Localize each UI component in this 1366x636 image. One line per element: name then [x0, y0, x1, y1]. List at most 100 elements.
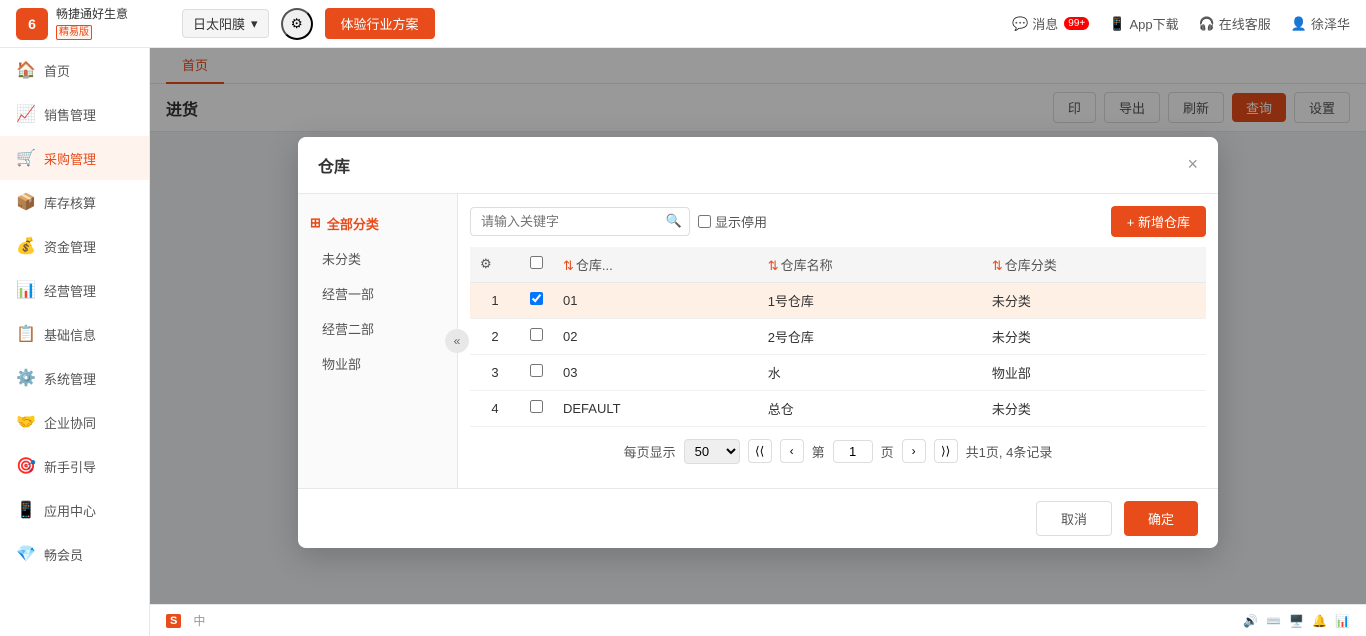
avatar: 👤 — [1291, 16, 1307, 32]
table-header-category: ⇅仓库分类 — [982, 247, 1206, 283]
logo-icon: 6 — [16, 8, 48, 40]
category-item-dept2[interactable]: 经营二部 — [298, 311, 457, 346]
modal-body: ⊞ 全部分类 未分类 经营一部 经营二部 物业部 « — [298, 194, 1218, 488]
row-name: 1号仓库 — [758, 282, 982, 318]
cancel-button[interactable]: 取消 — [1036, 501, 1112, 536]
page-label: 第 — [812, 442, 825, 461]
category-item-property[interactable]: 物业部 — [298, 346, 457, 381]
settings-gear-button[interactable]: ⚙ — [281, 8, 313, 40]
page-input[interactable] — [833, 440, 873, 463]
table-row[interactable]: 2 02 2号仓库 未分类 — [470, 318, 1206, 354]
row-num: 4 — [470, 390, 520, 426]
row-checkbox[interactable] — [530, 400, 543, 413]
row-code: 02 — [553, 318, 758, 354]
headset-icon: 🎧 — [1199, 16, 1215, 32]
per-page-select[interactable]: 50 20 100 — [684, 439, 740, 464]
row-name: 总仓 — [758, 390, 982, 426]
category-item-dept1[interactable]: 经营一部 — [298, 276, 457, 311]
sidebar-item-guide[interactable]: 🎯 新手引导 — [0, 444, 149, 488]
logo-area: 6 畅捷通好生意 精易版 — [16, 7, 166, 40]
volume-icon: 🔊 — [1243, 614, 1258, 628]
sidebar-item-sales[interactable]: 📈 销售管理 — [0, 92, 149, 136]
next-page-button[interactable]: › — [902, 439, 926, 463]
member-icon: 💎 — [16, 544, 36, 564]
messages-badge: 99+ — [1064, 17, 1089, 30]
all-category-item[interactable]: ⊞ 全部分类 — [298, 206, 457, 241]
sidebar: 🏠 首页 📈 销售管理 🛒 采购管理 📦 库存核算 💰 资金管理 📊 经营管理 … — [0, 48, 150, 636]
search-icon[interactable]: 🔍 — [666, 213, 682, 229]
table-row[interactable]: 3 03 水 物业部 — [470, 354, 1206, 390]
messages-button[interactable]: 💬 消息 99+ — [1012, 14, 1089, 33]
user-profile-button[interactable]: 👤 徐泽华 — [1291, 14, 1350, 33]
row-checkbox-cell — [520, 282, 553, 318]
row-checkbox-cell — [520, 354, 553, 390]
show-disabled-checkbox[interactable] — [698, 215, 711, 228]
sidebar-item-member[interactable]: 💎 畅会员 — [0, 532, 149, 576]
basicinfo-icon: 📋 — [16, 324, 36, 344]
sidebar-item-finance[interactable]: 💰 资金管理 — [0, 224, 149, 268]
modal-close-button[interactable]: × — [1187, 154, 1198, 175]
last-page-button[interactable]: ⟩⟩ — [934, 439, 958, 463]
row-num: 3 — [470, 354, 520, 390]
row-checkbox[interactable] — [530, 364, 543, 377]
row-checkbox[interactable] — [530, 292, 543, 305]
row-num: 1 — [470, 282, 520, 318]
sidebar-item-basicinfo[interactable]: 📋 基础信息 — [0, 312, 149, 356]
operation-icon: 📊 — [16, 280, 36, 300]
modal-overlay[interactable]: 仓库 × ⊞ 全部分类 未分类 经营一部 经营二部 物业部 — [150, 48, 1366, 636]
select-all-checkbox[interactable] — [530, 256, 543, 269]
online-service-button[interactable]: 🎧 在线客服 — [1199, 14, 1271, 33]
trial-button[interactable]: 体验行业方案 — [325, 8, 435, 39]
search-wrap: 🔍 — [470, 207, 690, 236]
confirm-button[interactable]: 确定 — [1124, 501, 1198, 536]
apps-icon: 📱 — [16, 500, 36, 520]
table-toolbar: 🔍 显示停用 + 新增仓库 — [470, 206, 1206, 237]
s-badge: S — [166, 614, 181, 628]
table-header-name: ⇅仓库名称 — [758, 247, 982, 283]
sidebar-item-inventory[interactable]: 📦 库存核算 — [0, 180, 149, 224]
table-header-settings: ⚙ — [470, 247, 520, 283]
modal-header: 仓库 × — [298, 137, 1218, 194]
inventory-icon: 📦 — [16, 192, 36, 212]
category-item-unclassified[interactable]: 未分类 — [298, 241, 457, 276]
page-unit: 页 — [881, 442, 894, 461]
main-content: 首页 进货 印 导出 刷新 查询 设置 仓库 × — [150, 48, 1366, 636]
sidebar-item-purchase[interactable]: 🛒 采购管理 — [0, 136, 149, 180]
pagination: 每页显示 50 20 100 ⟨⟨ ‹ 第 页 › — [470, 427, 1206, 476]
top-header: 6 畅捷通好生意 精易版 日太阳膜 ▾ ⚙ 体验行业方案 💬 消息 99+ 📱 … — [0, 0, 1366, 48]
prev-page-button[interactable]: ‹ — [780, 439, 804, 463]
table-panel: 🔍 显示停用 + 新增仓库 ⚙ — [458, 194, 1218, 488]
phone-icon: 📱 — [1109, 16, 1125, 32]
table-row[interactable]: 4 DEFAULT 总仓 未分类 — [470, 390, 1206, 426]
collapse-button[interactable]: « — [445, 329, 469, 353]
sidebar-item-home[interactable]: 🏠 首页 — [0, 48, 149, 92]
row-checkbox[interactable] — [530, 328, 543, 341]
sidebar-item-operation[interactable]: 📊 经营管理 — [0, 268, 149, 312]
monitor-icon: 🖥️ — [1289, 614, 1304, 628]
app-download-button[interactable]: 📱 App下载 — [1109, 14, 1178, 33]
show-disabled-label[interactable]: 显示停用 — [698, 212, 767, 231]
enterprise-icon: 🤝 — [16, 412, 36, 432]
store-selector[interactable]: 日太阳膜 ▾ — [182, 9, 269, 38]
table-row[interactable]: 1 01 1号仓库 未分类 — [470, 282, 1206, 318]
first-page-button[interactable]: ⟨⟨ — [748, 439, 772, 463]
logo-text: 畅捷通好生意 精易版 — [56, 7, 128, 40]
warehouse-modal: 仓库 × ⊞ 全部分类 未分类 经营一部 经营二部 物业部 — [298, 137, 1218, 548]
sidebar-item-system[interactable]: ⚙️ 系统管理 — [0, 356, 149, 400]
row-category: 未分类 — [982, 282, 1206, 318]
row-category: 未分类 — [982, 318, 1206, 354]
sidebar-item-enterprise[interactable]: 🤝 企业协同 — [0, 400, 149, 444]
row-checkbox-cell — [520, 390, 553, 426]
chart-icon: 📊 — [1335, 614, 1350, 628]
sidebar-item-apps[interactable]: 📱 应用中心 — [0, 488, 149, 532]
row-code: 01 — [553, 282, 758, 318]
guide-icon: 🎯 — [16, 456, 36, 476]
finance-icon: 💰 — [16, 236, 36, 256]
status-bar-icons: 🔊 ⌨️ 🖥️ 🔔 📊 — [1243, 614, 1350, 628]
status-bar: S 中 🔊 ⌨️ 🖥️ 🔔 📊 — [150, 604, 1366, 636]
search-input[interactable] — [470, 207, 690, 236]
keyboard-icon: ⌨️ — [1266, 614, 1281, 628]
system-icon: ⚙️ — [16, 368, 36, 388]
table-header-checkbox — [520, 247, 553, 283]
add-warehouse-button[interactable]: + 新增仓库 — [1111, 206, 1206, 237]
